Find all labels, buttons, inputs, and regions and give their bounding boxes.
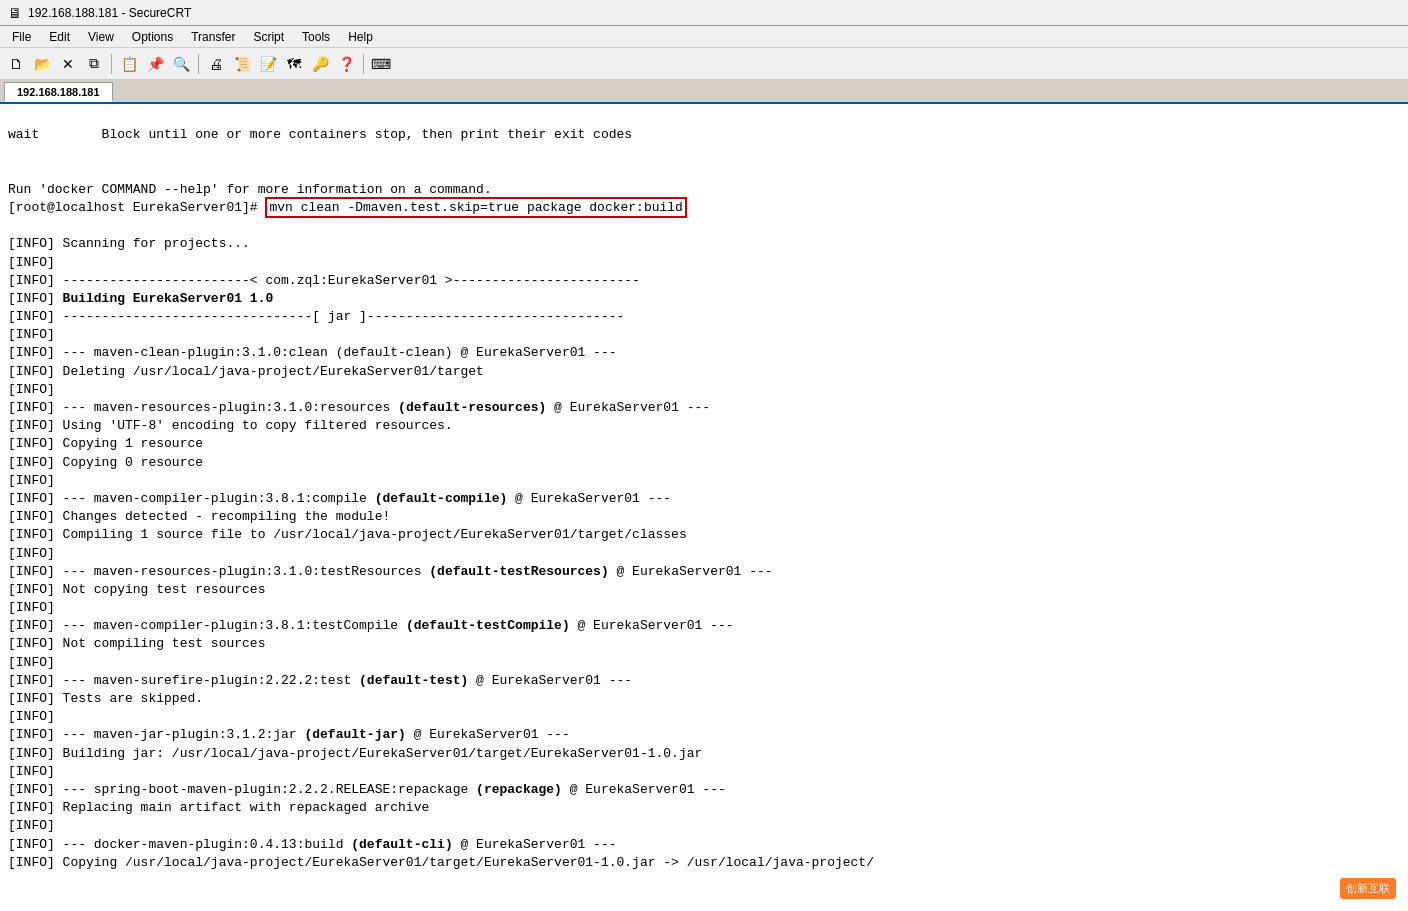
title-bar: 🖥 192.168.188.181 - SecureCRT — [0, 0, 1408, 26]
command-highlighted: mvn clean -Dmaven.test.skip=true package… — [265, 197, 686, 218]
toolbar-btn-cmd[interactable]: ⌨ — [369, 52, 393, 76]
menu-help[interactable]: Help — [340, 29, 381, 45]
terminal-output[interactable]: wait Block until one or more containers … — [0, 104, 1408, 911]
terminal-line-1: wait Block until one or more containers … — [8, 127, 632, 142]
toolbar-btn-key[interactable]: 🔑 — [308, 52, 332, 76]
toolbar-btn-open[interactable]: 📂 — [30, 52, 54, 76]
toolbar-btn-clone[interactable]: ⧉ — [82, 52, 106, 76]
toolbar-btn-map[interactable]: 🗺 — [282, 52, 306, 76]
toolbar: 🗋 📂 ✕ ⧉ 📋 📌 🔍 🖨 📜 📝 🗺 🔑 ❓ ⌨ — [0, 48, 1408, 80]
menu-file[interactable]: File — [4, 29, 39, 45]
toolbar-btn-script[interactable]: 📝 — [256, 52, 280, 76]
toolbar-sep-2 — [198, 54, 199, 74]
menu-edit[interactable]: Edit — [41, 29, 78, 45]
toolbar-btn-log[interactable]: 📜 — [230, 52, 254, 76]
title-icon: 🖥 — [8, 5, 22, 21]
terminal-line-3: [root@localhost EurekaServer01]# mvn cle… — [8, 197, 687, 218]
menu-view[interactable]: View — [80, 29, 122, 45]
toolbar-btn-close[interactable]: ✕ — [56, 52, 80, 76]
menu-script[interactable]: Script — [245, 29, 292, 45]
toolbar-btn-print[interactable]: 🖨 — [204, 52, 228, 76]
menu-tools[interactable]: Tools — [294, 29, 338, 45]
terminal-line-2: Run 'docker COMMAND --help' for more inf… — [8, 182, 492, 197]
menu-options[interactable]: Options — [124, 29, 181, 45]
toolbar-btn-new[interactable]: 🗋 — [4, 52, 28, 76]
toolbar-btn-find[interactable]: 🔍 — [169, 52, 193, 76]
title-text: 192.168.188.181 - SecureCRT — [28, 6, 191, 20]
toolbar-btn-copy[interactable]: 📋 — [117, 52, 141, 76]
tab-bar: 192.168.188.181 — [0, 80, 1408, 104]
menu-bar: File Edit View Options Transfer Script T… — [0, 26, 1408, 48]
toolbar-sep-3 — [363, 54, 364, 74]
toolbar-sep-1 — [111, 54, 112, 74]
tab-session[interactable]: 192.168.188.181 — [4, 82, 113, 102]
menu-transfer[interactable]: Transfer — [183, 29, 243, 45]
toolbar-btn-help[interactable]: ❓ — [334, 52, 358, 76]
terminal-line-4: [INFO] Scanning for projects... [INFO] [… — [8, 236, 874, 869]
watermark: 创新互联 — [1340, 878, 1396, 899]
toolbar-btn-paste[interactable]: 📌 — [143, 52, 167, 76]
